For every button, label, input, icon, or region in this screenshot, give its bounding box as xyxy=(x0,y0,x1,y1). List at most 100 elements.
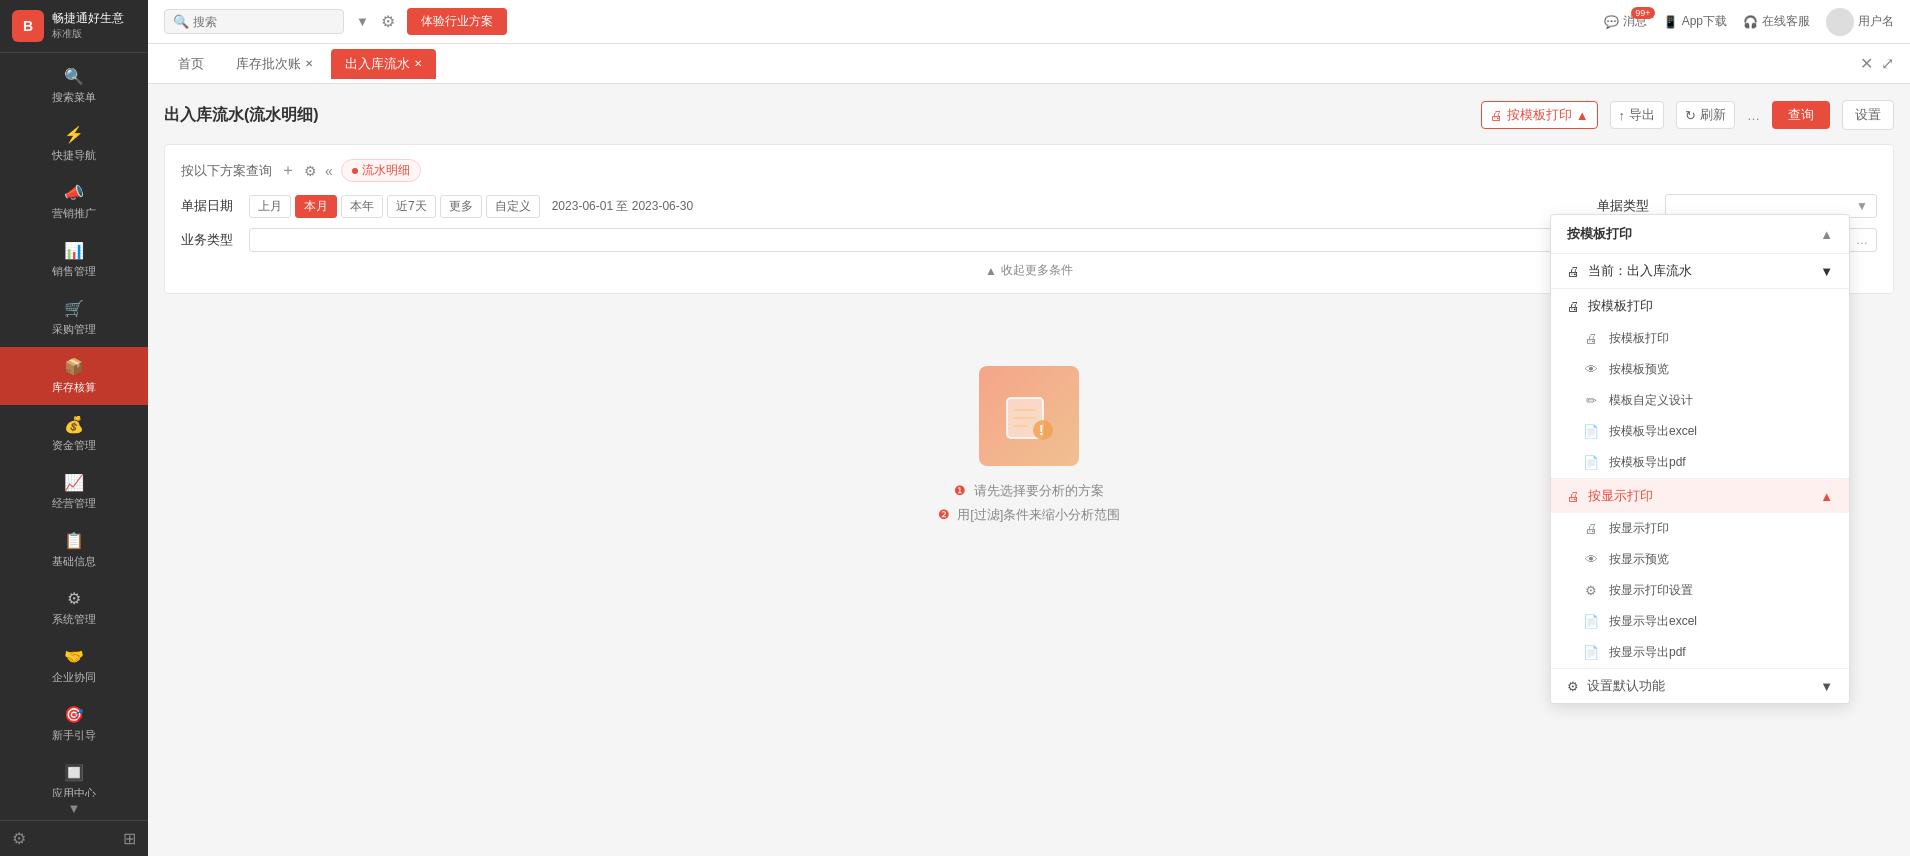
filter-tag[interactable]: 流水明细 xyxy=(341,159,421,182)
display-pdf-label: 按显示导出pdf xyxy=(1609,644,1686,661)
sidebar-item-inventory[interactable]: 📦 库存核算 xyxy=(0,347,148,405)
print-button[interactable]: 🖨 按模板打印 ▲ xyxy=(1481,101,1598,129)
dropdown-item-display-excel[interactable]: 📄 按显示导出excel xyxy=(1551,606,1849,637)
tabs-right: ✕ ⤢ xyxy=(1860,54,1894,73)
tab-home-label: 首页 xyxy=(178,55,204,73)
tab-home[interactable]: 首页 xyxy=(164,49,218,79)
main-area: 🔍 ▼ ⚙ 体验行业方案 💬 消息 99+ 📱 App下载 🎧 在线客服 xyxy=(148,0,1910,856)
print-dropdown-icon: ▲ xyxy=(1576,108,1589,123)
sidebar-item-search[interactable]: 🔍 搜索菜单 xyxy=(0,57,148,115)
tab-batch-close[interactable]: ✕ xyxy=(305,58,313,69)
date-btn-more[interactable]: 更多 xyxy=(440,195,482,218)
search-box[interactable]: 🔍 xyxy=(164,9,344,34)
dropdown-item-template-pdf[interactable]: 📄 按模板导出pdf xyxy=(1551,447,1849,478)
sidebar-item-appcenter[interactable]: 🔲 应用中心 xyxy=(0,753,148,797)
topbar-gear-icon[interactable]: ⚙ xyxy=(381,12,395,31)
sidebar-item-label: 销售管理 xyxy=(52,264,96,279)
settings-button[interactable]: 设置 xyxy=(1842,100,1894,130)
dropdown-up-icon[interactable]: ▲ xyxy=(1820,227,1833,242)
type-label: 单据类型 xyxy=(1597,197,1657,215)
print-label: 按模板打印 xyxy=(1507,106,1572,124)
filter-add-icon[interactable]: ＋ xyxy=(280,160,296,181)
sidebar-item-finance[interactable]: 💰 资金管理 xyxy=(0,405,148,463)
dropdown-item-template-excel[interactable]: 📄 按模板导出excel xyxy=(1551,416,1849,447)
sidebar-item-marketing[interactable]: 📣 营销推广 xyxy=(0,173,148,231)
sidebar-item-system[interactable]: ⚙ 系统管理 xyxy=(0,579,148,637)
operations-icon: 📈 xyxy=(64,473,84,492)
message-btn[interactable]: 💬 消息 99+ xyxy=(1604,13,1647,30)
tab-batch[interactable]: 库存批次账 ✕ xyxy=(222,49,327,79)
sidebar-item-guide[interactable]: 🎯 新手引导 xyxy=(0,695,148,753)
display-preview-label: 按显示预览 xyxy=(1609,551,1669,568)
dropdown-item-display-print[interactable]: 🖨 按显示打印 xyxy=(1551,513,1849,544)
print-icon: 🖨 xyxy=(1490,108,1503,123)
sidebar-item-basic[interactable]: 📋 基础信息 xyxy=(0,521,148,579)
sidebar-item-label: 新手引导 xyxy=(52,728,96,743)
dropdown-display-header[interactable]: 🖨 按显示打印 ▲ xyxy=(1551,479,1849,513)
warehouse-more-icon: … xyxy=(1856,233,1868,247)
dropdown-header-actions: ▲ xyxy=(1820,227,1833,242)
query-button[interactable]: 查询 xyxy=(1772,101,1830,129)
refresh-button[interactable]: ↻ 刷新 xyxy=(1676,101,1735,129)
dropdown-item-display-settings[interactable]: ⚙ 按显示打印设置 xyxy=(1551,575,1849,606)
online-service-btn[interactable]: 🎧 在线客服 xyxy=(1743,13,1810,30)
footer-arrow-icon: ▼ xyxy=(1820,679,1833,694)
page-actions: 🖨 按模板打印 ▲ ↑ 导出 ↻ 刷新 … 查询 设置 xyxy=(1481,100,1894,130)
settings-icon[interactable]: ⚙ xyxy=(12,829,26,848)
app-download-btn[interactable]: 📱 App下载 xyxy=(1663,13,1727,30)
refresh-icon: ↻ xyxy=(1685,108,1696,123)
sidebar-item-quicknav[interactable]: ⚡ 快捷导航 xyxy=(0,115,148,173)
date-quick-btns: 上月 本月 本年 近7天 更多 自定义 xyxy=(249,195,540,218)
filter-settings-icon[interactable]: ⚙ xyxy=(304,163,317,179)
user-avatar[interactable]: 用户名 xyxy=(1826,8,1894,36)
date-btn-7days[interactable]: 近7天 xyxy=(387,195,436,218)
dropdown-item-display-preview[interactable]: 👁 按显示预览 xyxy=(1551,544,1849,575)
sidebar-item-label: 企业协同 xyxy=(52,670,96,685)
search-input[interactable] xyxy=(193,15,313,29)
date-btn-last-month[interactable]: 上月 xyxy=(249,195,291,218)
dropdown-item-display-pdf[interactable]: 📄 按显示导出pdf xyxy=(1551,637,1849,668)
dropdown-template-header[interactable]: 🖨 按模板打印 xyxy=(1551,289,1849,323)
avatar-icon xyxy=(1826,8,1854,36)
online-service-label: 在线客服 xyxy=(1762,13,1810,30)
more-actions-icon[interactable]: … xyxy=(1747,108,1760,123)
sidebar-item-label: 搜索菜单 xyxy=(52,90,96,105)
purchase-icon: 🛒 xyxy=(64,299,84,318)
dropdown-arrow-icon[interactable]: ▼ xyxy=(356,14,369,29)
trial-button[interactable]: 体验行业方案 xyxy=(407,8,507,35)
dropdown-item-template-print[interactable]: 🖨 按模板打印 xyxy=(1551,323,1849,354)
sidebar-item-sales[interactable]: 📊 销售管理 xyxy=(0,231,148,289)
sidebar-item-collab[interactable]: 🤝 企业协同 xyxy=(0,637,148,695)
biz-select[interactable]: ▼ xyxy=(249,228,1581,252)
tab-flow[interactable]: 出入库流水 ✕ xyxy=(331,49,436,79)
sidebar-item-operations[interactable]: 📈 经营管理 xyxy=(0,463,148,521)
headset-icon: 🎧 xyxy=(1743,15,1758,29)
current-arrow-icon: ▼ xyxy=(1820,264,1833,279)
empty-illustration: ! xyxy=(979,366,1079,466)
close-tab-icon[interactable]: ✕ xyxy=(1860,54,1873,73)
dropdown-footer[interactable]: ⚙ 设置默认功能 ▼ xyxy=(1551,669,1849,703)
app-edition: 标准版 xyxy=(52,27,124,41)
sidebar-item-purchase[interactable]: 🛒 采购管理 xyxy=(0,289,148,347)
dropdown-item-template-design[interactable]: ✏ 模板自定义设计 xyxy=(1551,385,1849,416)
filter-collapse-icon[interactable]: « xyxy=(325,163,333,179)
date-btn-this-year[interactable]: 本年 xyxy=(341,195,383,218)
template-print-label: 按模板打印 xyxy=(1609,330,1669,347)
display-excel-label: 按显示导出excel xyxy=(1609,613,1697,630)
sidebar-scroll-down[interactable]: ▼ xyxy=(0,797,148,820)
dropdown-item-template-preview[interactable]: 👁 按模板预览 xyxy=(1551,354,1849,385)
template-design-icon: ✏ xyxy=(1583,393,1599,408)
date-btn-custom[interactable]: 自定义 xyxy=(486,195,540,218)
date-btn-this-month[interactable]: 本月 xyxy=(295,195,337,218)
display-section-icon: 🖨 xyxy=(1567,489,1580,504)
filter-label: 按以下方案查询 xyxy=(181,162,272,180)
template-excel-label: 按模板导出excel xyxy=(1609,423,1697,440)
date-label: 单据日期 xyxy=(181,197,241,215)
collapse-sidebar-icon[interactable]: ⊞ xyxy=(123,829,136,848)
maximize-tab-icon[interactable]: ⤢ xyxy=(1881,54,1894,73)
filter-date-group: 单据日期 上月 本月 本年 近7天 更多 自定义 2023-06-01 至 20… xyxy=(181,195,1581,218)
sidebar-item-label: 经营管理 xyxy=(52,496,96,511)
dropdown-current-item[interactable]: 🖨 当前：出入库流水 ▼ xyxy=(1551,254,1849,288)
export-button[interactable]: ↑ 导出 xyxy=(1610,101,1665,129)
tab-flow-close[interactable]: ✕ xyxy=(414,58,422,69)
